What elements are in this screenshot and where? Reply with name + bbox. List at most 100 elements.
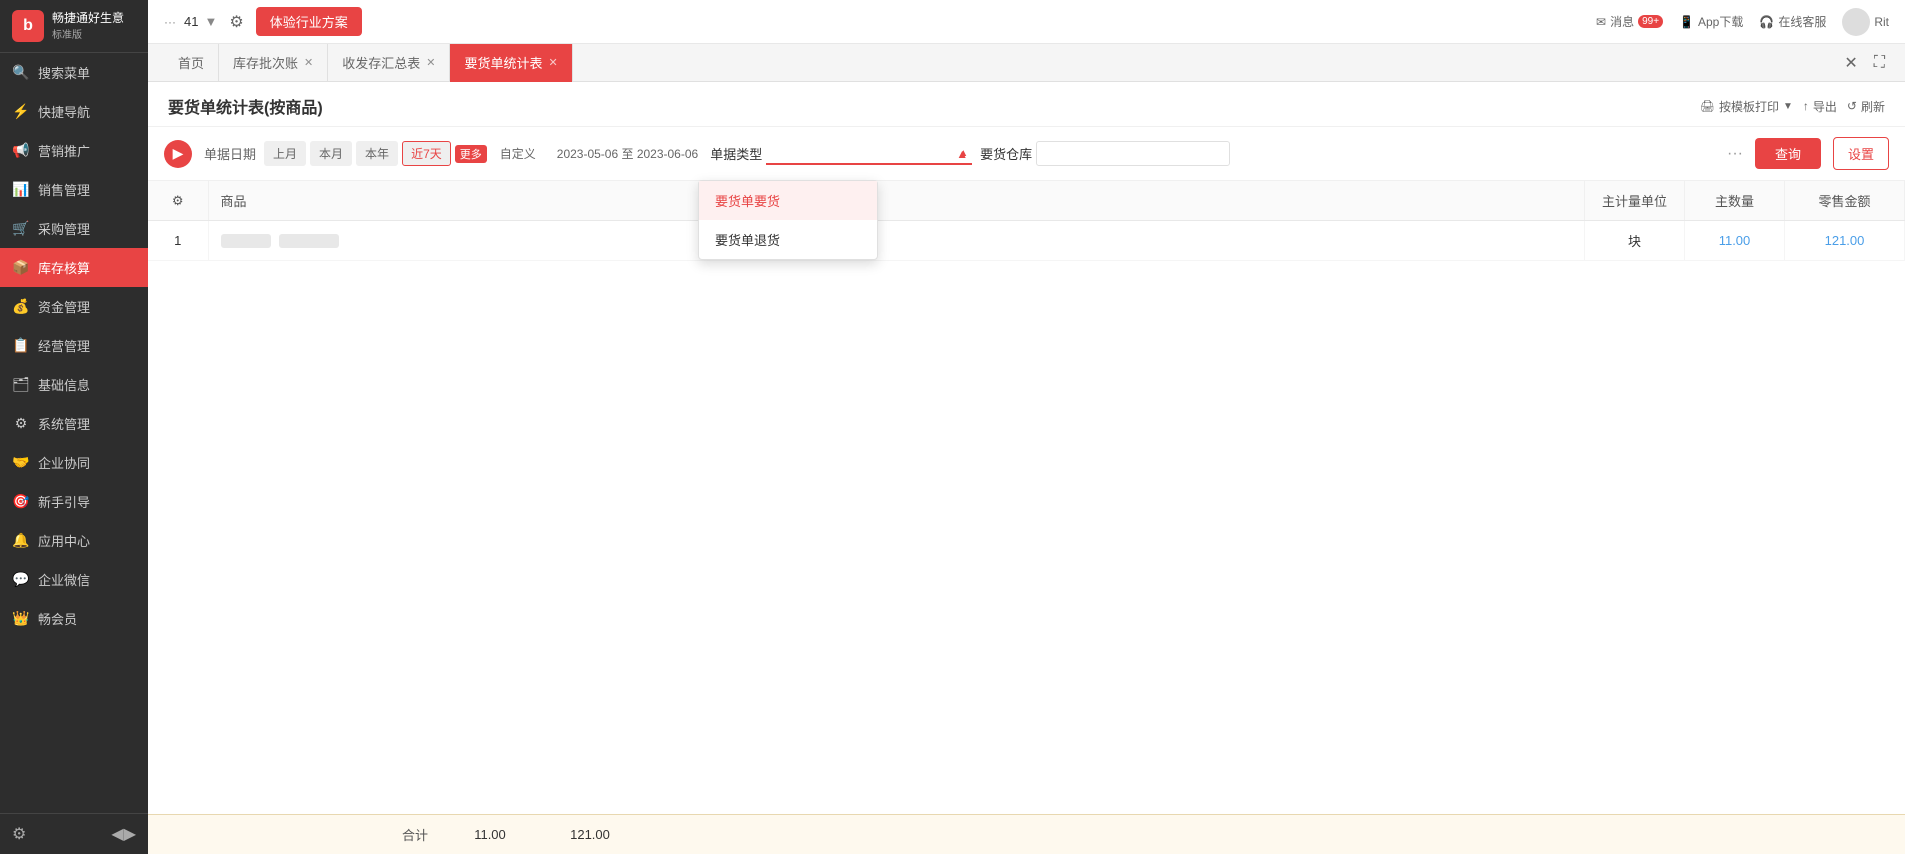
online-service-label: 在线客服 [1778,13,1826,30]
sidebar-nav: 🔍 搜索菜单 ⚡ 快捷导航 📢 营销推广 📊 销售管理 🛒 采购管理 📦 库存核… [0,53,148,813]
sidebar-item-畅会员[interactable]: 👑 畅会员 [0,599,148,638]
user-avatar [1842,8,1870,36]
online-service-item[interactable]: 🎧 在线客服 [1759,13,1826,30]
col-header-qty: 主数量 [1685,181,1785,221]
date-btn-this-year[interactable]: 本年 [356,141,398,166]
warehouse-label: 要货仓库 [980,144,1032,163]
type-label: 单据类型 [710,144,762,163]
type-dropdown: 要货单要货要货单退货 [698,180,878,260]
footer-amount: 121.00 [540,827,640,842]
nav-label: 采购管理 [38,219,90,238]
nav-icon: 👑 [12,610,30,627]
close-window-icon[interactable]: ✕ [1840,51,1861,75]
sidebar-item-营销推广[interactable]: 📢 营销推广 [0,131,148,170]
nav-label: 快捷导航 [38,102,90,121]
filter-more-button[interactable]: ··· [1727,145,1743,163]
headset-icon: 🎧 [1759,15,1774,29]
page-title: 要货单统计表(按商品) [168,94,323,118]
col-header-product: 商品 [208,181,1585,221]
topbar-right: ✉ 消息 99+ 📱 App下载 🎧 在线客服 Rit [1596,8,1889,36]
sidebar-item-应用中心[interactable]: 🔔 应用中心 [0,521,148,560]
nav-icon: ⚡ [12,103,30,120]
sidebar-item-搜索菜单[interactable]: 🔍 搜索菜单 [0,53,148,92]
app-download-item[interactable]: 📱 App下载 [1679,13,1743,30]
store-selector[interactable]: ··· 41 ▼ [164,14,217,29]
date-btn-last-month[interactable]: 上月 [264,141,306,166]
sidebar-item-企业微信[interactable]: 💬 企业微信 [0,560,148,599]
settings-icon[interactable]: ⚙ [12,824,26,844]
sidebar-item-资金管理[interactable]: 💰 资金管理 [0,287,148,326]
sidebar-item-采购管理[interactable]: 🛒 采购管理 [0,209,148,248]
expand-window-icon[interactable]: ⛶ [1870,52,1889,74]
tab-要货单统计表[interactable]: 要货单统计表 ✕ [450,44,572,82]
settings-col-icon[interactable]: ⚙ [172,193,184,208]
dropdown-item-要货单退货[interactable]: 要货单退货 [699,220,877,259]
nav-icon: 🗂 [12,376,30,393]
topbar-left: ··· 41 ▼ ⚙ 体验行业方案 [164,7,362,36]
tab-close-icon[interactable]: ✕ [304,56,313,69]
print-icon: 🖨 [1700,99,1715,113]
sidebar-item-企业协同[interactable]: 🤝 企业协同 [0,443,148,482]
message-icon: ✉ [1596,15,1606,29]
query-button[interactable]: 查询 [1755,138,1821,169]
tab-label: 首页 [178,53,204,72]
sidebar-item-销售管理[interactable]: 📊 销售管理 [0,170,148,209]
warehouse-filter-group: 要货仓库 ··· [980,141,1743,166]
sidebar-item-系统管理[interactable]: ⚙ 系统管理 [0,404,148,443]
sidebar-item-库存核算[interactable]: 📦 库存核算 [0,248,148,287]
nav-label: 系统管理 [38,414,90,433]
sidebar-item-基础信息[interactable]: 🗂 基础信息 [0,365,148,404]
export-button[interactable]: ↑ 导出 [1803,98,1837,115]
sidebar-item-快捷导航[interactable]: ⚡ 快捷导航 [0,92,148,131]
type-select-input[interactable] [766,142,972,165]
tab-close-icon[interactable]: ✕ [426,56,435,69]
nav-icon: 🎯 [12,493,30,510]
tab-收发存汇总表[interactable]: 收发存汇总表✕ [328,44,450,82]
col-header-unit: 主计量单位 [1585,181,1685,221]
nav-icon: 💰 [12,298,30,315]
sidebar-item-新手引导[interactable]: 🎯 新手引导 [0,482,148,521]
print-button[interactable]: 🖨 按模板打印 ▼ [1700,98,1793,115]
filter-expand-button[interactable]: ▶ [164,140,192,168]
date-btn-7days[interactable]: 近7天 [402,141,451,166]
nav-label: 库存核算 [38,258,90,277]
refresh-button[interactable]: ↺ 刷新 [1847,98,1885,115]
dropdown-icon: ▼ [204,14,217,29]
tab-label: 库存批次账 [233,53,298,72]
cell-unit: 块 [1585,221,1685,261]
nav-icon: 🔍 [12,64,30,81]
tab-close-icon[interactable]: ✕ [549,56,558,69]
app-logo: b 畅捷通好生意 标准版 [0,0,148,53]
warehouse-input[interactable] [1036,141,1230,166]
nav-icon: 💬 [12,571,30,588]
tab-label: 要货单统计表 [464,53,542,72]
topbar: ··· 41 ▼ ⚙ 体验行业方案 ✉ 消息 99+ 📱 App下载 🎧 在线客… [148,0,1905,44]
data-table: ⚙ 商品 主计量单位 主数量 零售金额 1 块 11.00 121.00 [148,181,1905,261]
cell-qty: 11.00 [1685,221,1785,261]
date-btn-this-month[interactable]: 本月 [310,141,352,166]
nav-label: 新手引导 [38,492,90,511]
nav-label: 企业微信 [38,570,90,589]
collapse-icon[interactable]: ◀▶ [111,824,136,844]
table-footer: 合计 11.00 121.00 [148,814,1905,854]
app-download-label: App下载 [1698,13,1743,30]
topbar-settings-icon[interactable]: ⚙ [229,12,243,32]
dropdown-item-要货单要货[interactable]: 要货单要货 [699,181,877,220]
tab-首页[interactable]: 首页 [164,44,219,82]
col-header-num: ⚙ [148,181,208,221]
export-icon: ↑ [1803,99,1809,113]
custom-date-btn[interactable]: 自定义 [491,141,545,166]
type-filter-group: 单据类型 ▲ [710,142,968,165]
sidebar-item-经营管理[interactable]: 📋 经营管理 [0,326,148,365]
tabbar-actions: ✕ ⛶ [1840,51,1889,75]
tab-库存批次账[interactable]: 库存批次账 ✕ [219,44,328,82]
nav-label: 经营管理 [38,336,90,355]
trial-button[interactable]: 体验行业方案 [256,7,362,36]
chevron-down-icon: ▼ [1783,101,1793,112]
date-more-badge[interactable]: 更多 [455,145,487,163]
logo-icon: b [12,10,44,42]
filter-settings-button[interactable]: 设置 [1833,137,1889,170]
footer-qty: 11.00 [440,827,540,842]
user-profile[interactable]: Rit [1842,8,1889,36]
messages-item[interactable]: ✉ 消息 99+ [1596,13,1663,30]
